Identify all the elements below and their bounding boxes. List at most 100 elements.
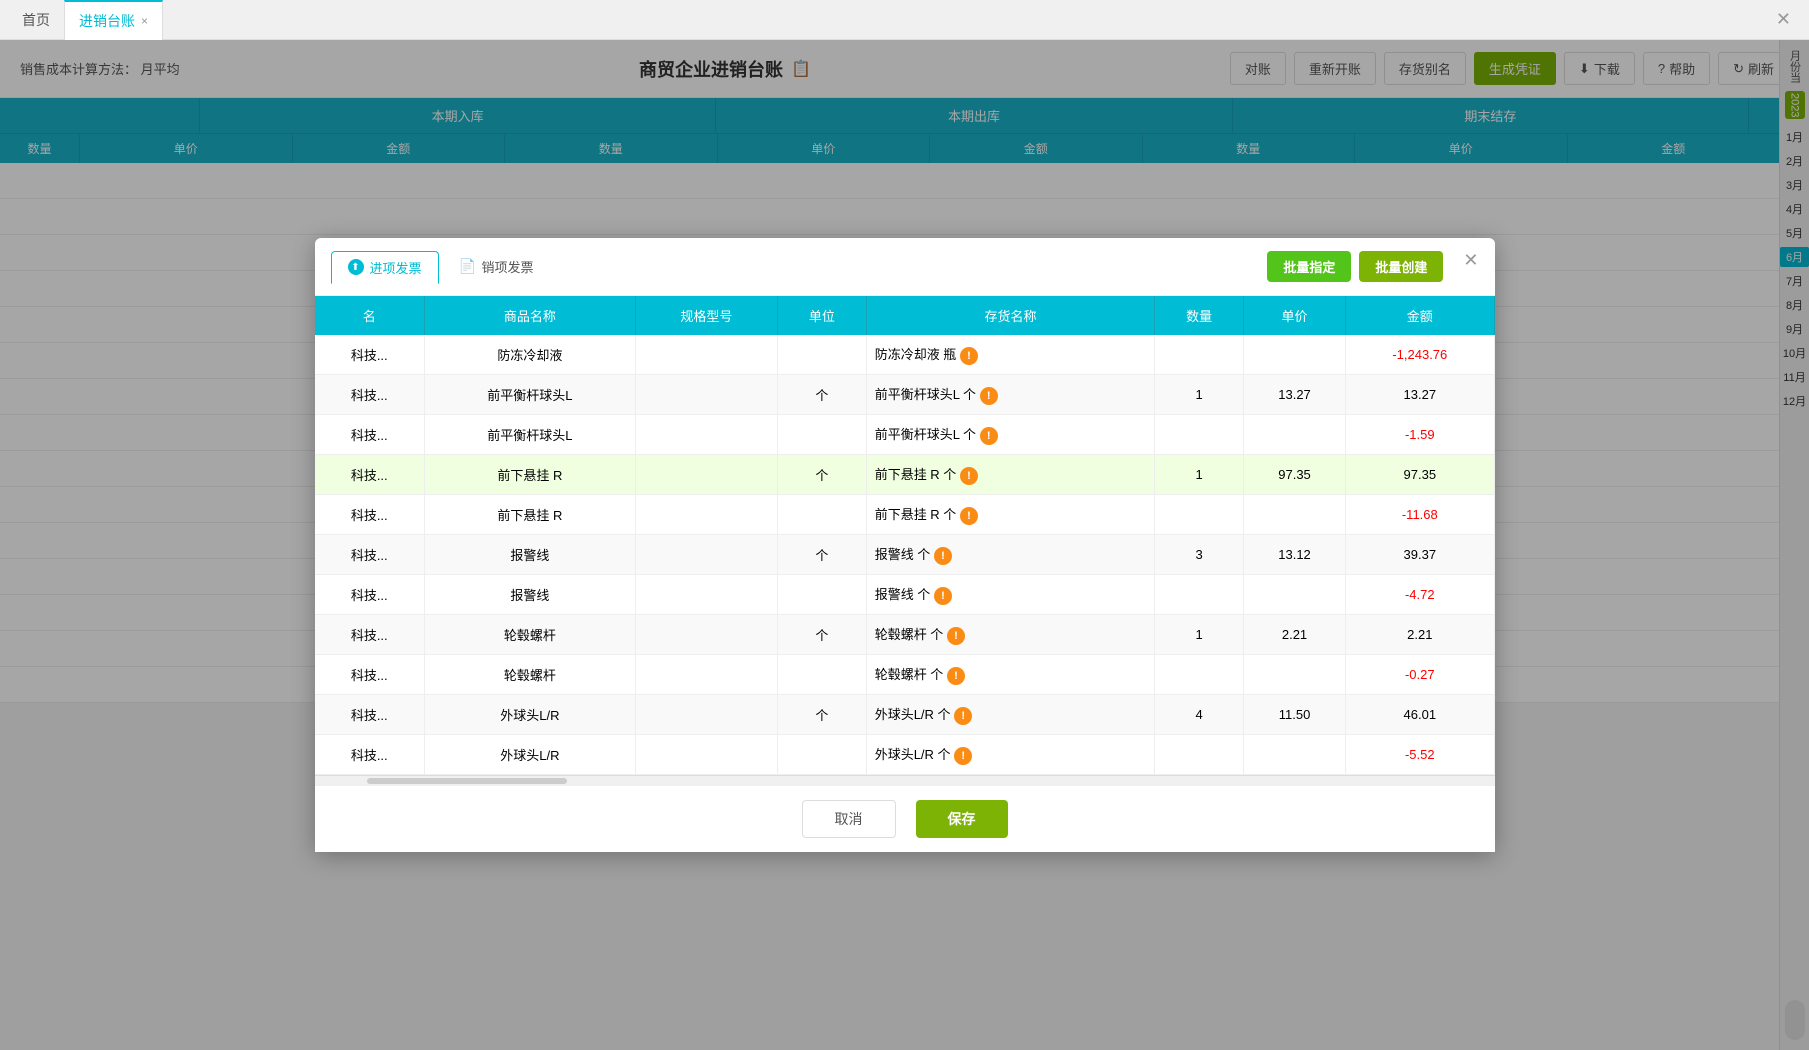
- cell-inventory: 防冻冷却液 瓶 !: [866, 335, 1155, 375]
- cell-unit: 个: [778, 455, 867, 495]
- cell-unit: [778, 415, 867, 455]
- cell-amount: -4.72: [1346, 575, 1494, 615]
- cell-spec: [635, 335, 777, 375]
- cell-qty: 3: [1155, 535, 1244, 575]
- col-amount: 金额: [1346, 296, 1494, 335]
- cell-price: 2.21: [1243, 615, 1345, 655]
- cell-price: [1243, 655, 1345, 695]
- incoming-tab-label: 进项发票: [370, 258, 422, 277]
- col-qty: 数量: [1155, 296, 1244, 335]
- cell-qty: [1155, 495, 1244, 535]
- cell-price: 97.35: [1243, 455, 1345, 495]
- col-price: 单价: [1243, 296, 1345, 335]
- cell-spec: [635, 615, 777, 655]
- incoming-tab-icon: ⬆: [348, 259, 364, 275]
- cell-product: 前下悬挂 R: [424, 455, 635, 495]
- cancel-button[interactable]: 取消: [802, 800, 896, 838]
- cell-inventory: 前下悬挂 R 个 !: [866, 455, 1155, 495]
- cell-name: 科技...: [315, 735, 425, 775]
- cell-amount: 2.21: [1346, 615, 1494, 655]
- modal-overlay: ⬆ 进项发票 📄 销项发票 批量指定 批量创建 ✕: [0, 40, 1809, 1050]
- modal-header: ⬆ 进项发票 📄 销项发票 批量指定 批量创建 ✕: [315, 238, 1495, 296]
- cell-inventory: 报警线 个 !: [866, 535, 1155, 575]
- warning-icon: !: [980, 387, 998, 405]
- cell-spec: [635, 375, 777, 415]
- modal-scrollbar[interactable]: [315, 775, 1495, 785]
- table-row: 科技... 报警线 报警线 个 ! -4.72: [315, 575, 1495, 615]
- cell-product: 外球头L/R: [424, 695, 635, 735]
- outgoing-tab-label: 销项发票: [482, 257, 534, 276]
- cell-amount: -0.27: [1346, 655, 1494, 695]
- cell-qty: [1155, 575, 1244, 615]
- modal-actions: 批量指定 批量创建 ✕: [1267, 251, 1478, 282]
- cell-spec: [635, 495, 777, 535]
- warning-icon: !: [980, 427, 998, 445]
- cell-inventory: 外球头L/R 个 !: [866, 695, 1155, 735]
- cell-amount: -5.52: [1346, 735, 1494, 775]
- tab-incoming-invoice[interactable]: ⬆ 进项发票: [331, 251, 439, 284]
- tab-ledger[interactable]: 进销台账 ×: [64, 0, 163, 40]
- table-row: 科技... 前平衡杆球头L 前平衡杆球头L 个 ! -1.59: [315, 415, 1495, 455]
- batch-assign-button[interactable]: 批量指定: [1267, 251, 1351, 282]
- cell-unit: 个: [778, 375, 867, 415]
- cell-price: [1243, 335, 1345, 375]
- cell-qty: [1155, 415, 1244, 455]
- cell-unit: [778, 735, 867, 775]
- table-row: 科技... 前下悬挂 R 个 前下悬挂 R 个 ! 1 97.35 97.35: [315, 455, 1495, 495]
- table-header-row: 名 商品名称 规格型号 单位 存货名称 数量 单价 金额: [315, 296, 1495, 335]
- table-row: 科技... 前平衡杆球头L 个 前平衡杆球头L 个 ! 1 13.27 13.2…: [315, 375, 1495, 415]
- warning-icon: !: [954, 707, 972, 725]
- modal-footer: 取消 保存: [315, 785, 1495, 852]
- batch-create-button[interactable]: 批量创建: [1359, 251, 1443, 282]
- col-name: 名: [315, 296, 425, 335]
- modal-table-container[interactable]: 名 商品名称 规格型号 单位 存货名称 数量 单价 金额 科技... 防冻冷却液: [315, 296, 1495, 775]
- cell-spec: [635, 455, 777, 495]
- cell-qty: [1155, 655, 1244, 695]
- cell-unit: 个: [778, 535, 867, 575]
- tab-ledger-close[interactable]: ×: [141, 14, 148, 28]
- cell-spec: [635, 695, 777, 735]
- tab-home-label: 首页: [22, 10, 50, 30]
- save-button[interactable]: 保存: [916, 800, 1008, 838]
- table-row: 科技... 报警线 个 报警线 个 ! 3 13.12 39.37: [315, 535, 1495, 575]
- cell-unit: [778, 495, 867, 535]
- cell-qty: 1: [1155, 375, 1244, 415]
- cell-product: 报警线: [424, 575, 635, 615]
- window-close-button[interactable]: ✕: [1766, 9, 1801, 30]
- cell-spec: [635, 535, 777, 575]
- cell-price: [1243, 495, 1345, 535]
- cell-name: 科技...: [315, 695, 425, 735]
- cell-name: 科技...: [315, 495, 425, 535]
- cell-name: 科技...: [315, 655, 425, 695]
- cell-spec: [635, 415, 777, 455]
- table-row: 科技... 防冻冷却液 防冻冷却液 瓶 ! -1,243.76: [315, 335, 1495, 375]
- cell-inventory: 前平衡杆球头L 个 !: [866, 415, 1155, 455]
- cell-inventory: 报警线 个 !: [866, 575, 1155, 615]
- cell-unit: [778, 335, 867, 375]
- modal-dialog: ⬆ 进项发票 📄 销项发票 批量指定 批量创建 ✕: [315, 238, 1495, 852]
- col-product: 商品名称: [424, 296, 635, 335]
- cell-price: 13.12: [1243, 535, 1345, 575]
- cell-inventory: 轮毂螺杆 个 !: [866, 655, 1155, 695]
- warning-icon: !: [960, 467, 978, 485]
- cell-spec: [635, 655, 777, 695]
- cell-product: 外球头L/R: [424, 735, 635, 775]
- warning-icon: !: [960, 507, 978, 525]
- tab-outgoing-invoice[interactable]: 📄 销项发票: [443, 250, 551, 283]
- table-row: 科技... 外球头L/R 个 外球头L/R 个 ! 4 11.50 46.01: [315, 695, 1495, 735]
- cell-product: 前下悬挂 R: [424, 495, 635, 535]
- warning-icon: !: [960, 347, 978, 365]
- table-row: 科技... 轮毂螺杆 轮毂螺杆 个 ! -0.27: [315, 655, 1495, 695]
- modal-close-button[interactable]: ✕: [1463, 251, 1478, 282]
- cell-product: 轮毂螺杆: [424, 615, 635, 655]
- tab-home[interactable]: 首页: [8, 0, 64, 40]
- cell-unit: [778, 655, 867, 695]
- modal-scroll-thumb[interactable]: [367, 778, 567, 784]
- col-spec: 规格型号: [635, 296, 777, 335]
- cell-amount: -1.59: [1346, 415, 1494, 455]
- warning-icon: !: [934, 587, 952, 605]
- cell-amount: 39.37: [1346, 535, 1494, 575]
- cell-price: [1243, 735, 1345, 775]
- col-unit: 单位: [778, 296, 867, 335]
- warning-icon: !: [954, 747, 972, 765]
